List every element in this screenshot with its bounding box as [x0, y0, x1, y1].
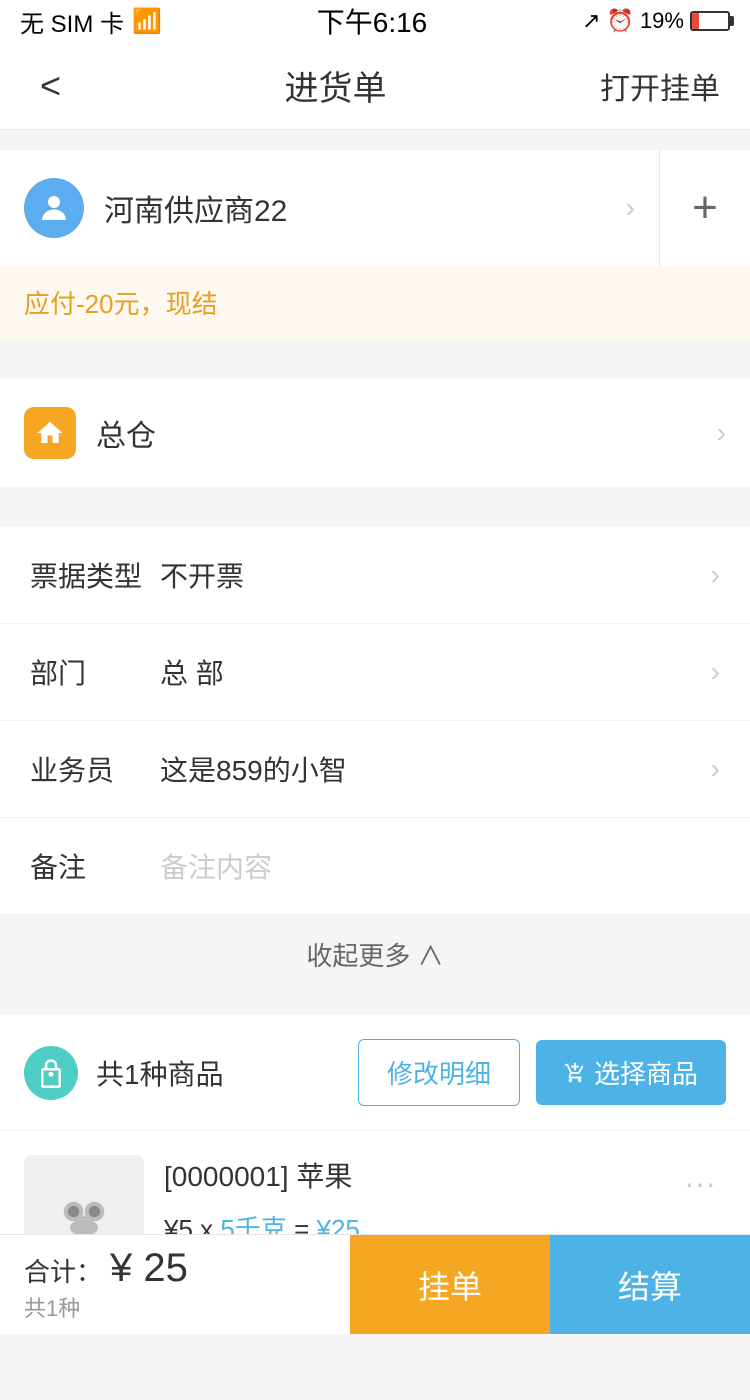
- form-section: 票据类型 不开票 › 部门 总 部 › 业务员 这是859的小智 › 备注 备注…: [0, 527, 750, 914]
- person-icon: [36, 190, 72, 226]
- collapse-button[interactable]: 收起更多 ∧: [0, 914, 750, 995]
- edit-detail-button[interactable]: 修改明细: [358, 1039, 520, 1106]
- salesperson-label: 业务员: [30, 749, 160, 789]
- cart-plus-icon: [564, 1062, 586, 1084]
- invoice-type-chevron-icon: ›: [711, 559, 720, 591]
- status-left: 无 SIM 卡 📶: [20, 4, 162, 39]
- product-more-button[interactable]: ···: [674, 1155, 726, 1212]
- product-header: 共1种商品 修改明细 选择商品: [0, 1015, 750, 1131]
- home-icon: [35, 418, 65, 448]
- department-label: 部门: [30, 652, 160, 692]
- product-code: [0000001] 苹果: [164, 1161, 352, 1192]
- supplier-selector[interactable]: 河南供应商22 ›: [0, 150, 660, 266]
- status-bar: 无 SIM 卡 📶 下午6:16 ↗ ⏰ 19%: [0, 0, 750, 42]
- supplier-chevron-icon: ›: [626, 192, 635, 224]
- warehouse-chevron-icon: ›: [717, 417, 726, 449]
- status-time: 下午6:16: [317, 1, 428, 41]
- carrier-label: 无 SIM 卡: [20, 4, 124, 39]
- total-row: 合计： ¥ 25: [24, 1246, 326, 1291]
- warehouse-name: 总仓: [96, 411, 717, 455]
- supplier-name: 河南供应商22: [104, 186, 616, 230]
- pending-button[interactable]: 挂单: [350, 1235, 550, 1334]
- section-gap-2: [0, 339, 750, 359]
- product-section-icon: [24, 1046, 78, 1100]
- salesperson-row[interactable]: 业务员 这是859的小智 ›: [0, 721, 750, 818]
- open-pending-button[interactable]: 打开挂单: [600, 64, 720, 108]
- battery-icon: [690, 11, 730, 31]
- nav-bar: < 进货单 打开挂单: [0, 42, 750, 130]
- supplier-section: 河南供应商22 › +: [0, 150, 750, 266]
- remark-input[interactable]: 备注内容: [160, 846, 720, 886]
- page-title: 进货单: [285, 61, 387, 110]
- status-right: ↗ ⏰ 19%: [582, 8, 730, 34]
- select-product-button[interactable]: 选择商品: [536, 1040, 726, 1105]
- battery-fill: [692, 13, 699, 29]
- alarm-icon: ⏰: [607, 8, 634, 34]
- remark-row[interactable]: 备注 备注内容: [0, 818, 750, 914]
- location-icon: ↗: [582, 8, 600, 34]
- invoice-type-row[interactable]: 票据类型 不开票 ›: [0, 527, 750, 624]
- product-name: [0000001] 苹果: [164, 1155, 674, 1195]
- info-banner: 应付-20元，现结: [0, 266, 750, 339]
- section-gap-3: [0, 487, 750, 507]
- remark-label: 备注: [30, 846, 160, 886]
- bottom-bar: 合计： ¥ 25 共1种 挂单 结算: [0, 1234, 750, 1334]
- total-amount: ¥ 25: [110, 1246, 188, 1291]
- total-label: 合计：: [24, 1252, 102, 1289]
- total-section: 合计： ¥ 25 共1种: [0, 1235, 350, 1334]
- invoice-type-label: 票据类型: [30, 555, 160, 595]
- warehouse-selector[interactable]: 总仓 ›: [0, 379, 750, 487]
- product-details: [0000001] 苹果 ¥5 x 5千克 = ¥25: [164, 1155, 674, 1246]
- select-product-label: 选择商品: [594, 1054, 698, 1091]
- invoice-type-value: 不开票: [160, 555, 711, 595]
- add-supplier-button[interactable]: +: [660, 150, 750, 266]
- salesperson-value: 这是859的小智: [160, 749, 711, 789]
- product-count-label: 共1种商品: [96, 1053, 358, 1093]
- salesperson-chevron-icon: ›: [711, 753, 720, 785]
- bag-icon: [36, 1058, 66, 1088]
- checkout-button[interactable]: 结算: [550, 1235, 750, 1334]
- department-row[interactable]: 部门 总 部 ›: [0, 624, 750, 721]
- department-chevron-icon: ›: [711, 656, 720, 688]
- section-gap-1: [0, 130, 750, 150]
- wifi-icon: 📶: [132, 7, 162, 36]
- department-value: 总 部: [160, 652, 711, 692]
- total-count: 共1种: [24, 1291, 326, 1323]
- back-button[interactable]: <: [30, 55, 71, 117]
- warehouse-section: 总仓 ›: [0, 379, 750, 487]
- battery-percent: 19%: [640, 8, 684, 34]
- supplier-avatar: [24, 178, 84, 238]
- warehouse-icon: [24, 407, 76, 459]
